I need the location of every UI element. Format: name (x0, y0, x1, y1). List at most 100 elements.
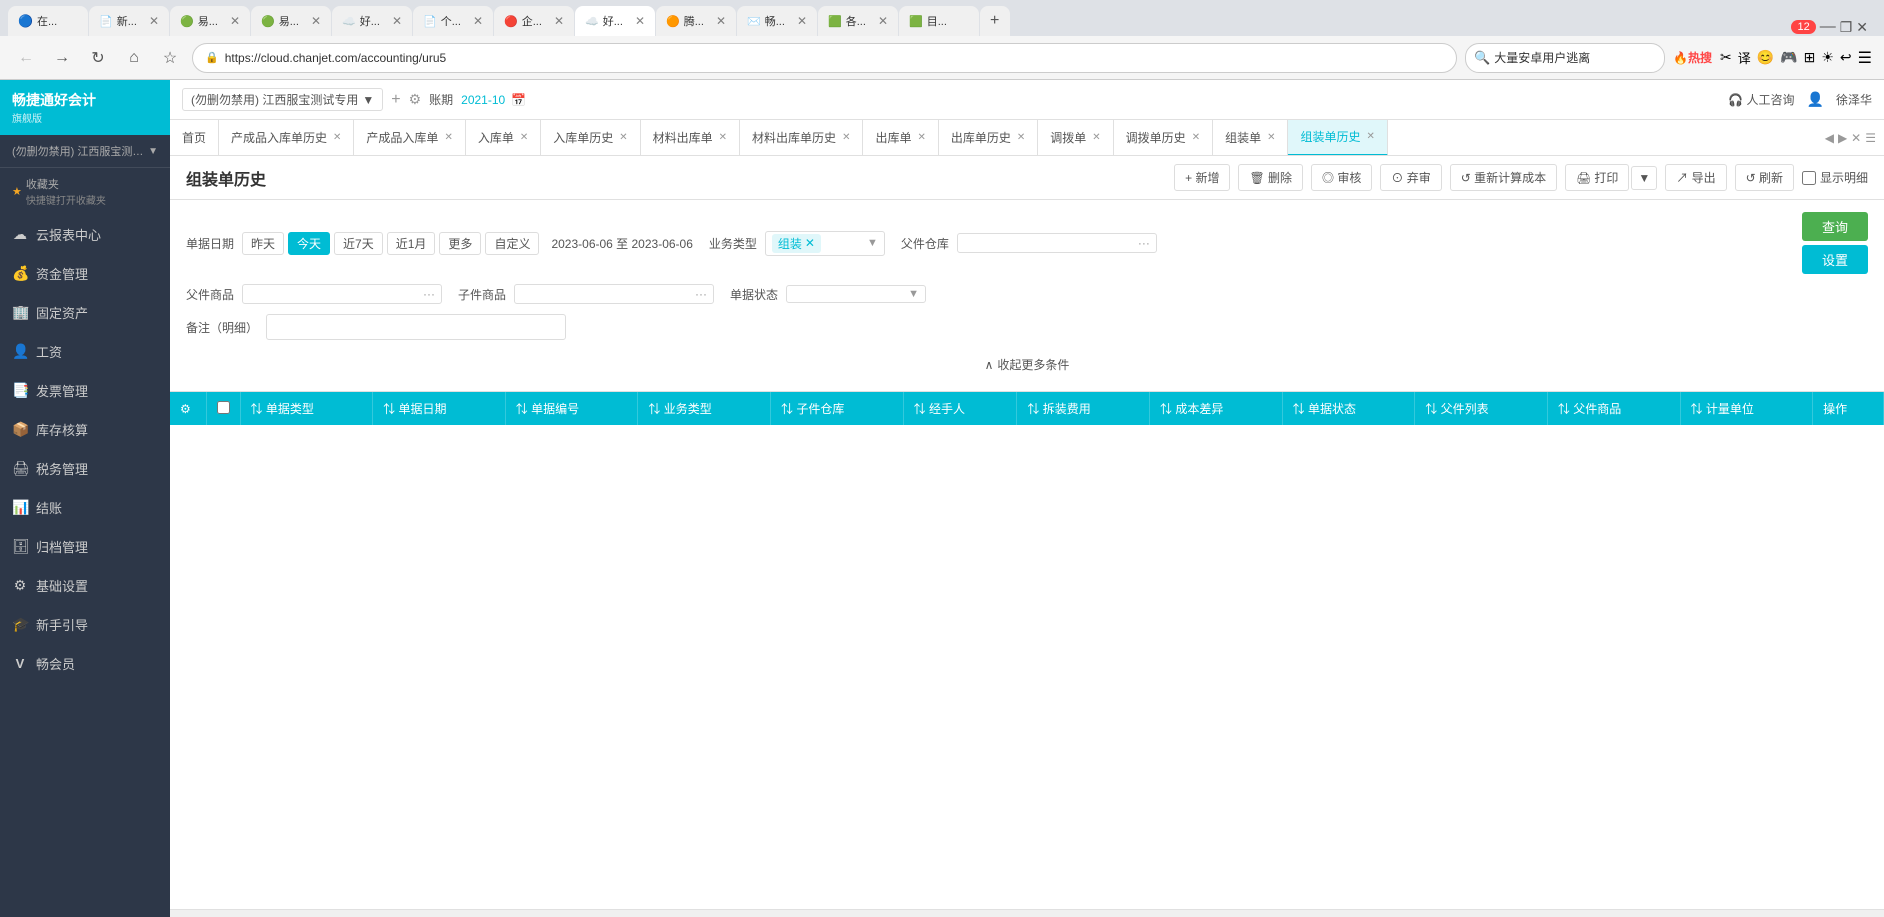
menu-item-inventory[interactable]: 📦 库存核算 (0, 410, 170, 449)
menu-item-payroll[interactable]: 👤 工资 (0, 332, 170, 371)
last7-btn[interactable]: 近7天 (334, 232, 383, 255)
browser-tab-10[interactable]: ✉️ 畅... ✕ (737, 6, 817, 36)
tab-close-4[interactable]: ✕ (619, 132, 627, 143)
th-child-warehouse[interactable]: ⇅ 子件仓库 (771, 392, 904, 425)
delete-btn[interactable]: 🗑 删除 (1238, 164, 1303, 191)
order-status-arrow[interactable]: ▼ (908, 288, 919, 300)
refresh-btn[interactable]: ↺ 刷新 (1735, 164, 1794, 191)
biz-type-tag-close[interactable]: ✕ (805, 236, 815, 250)
th-parent-goods[interactable]: ⇅ 父件商品 (1547, 392, 1680, 425)
game-icon[interactable]: 🎮 (1780, 49, 1797, 66)
tab-transfer-history[interactable]: 调拨单历史 ✕ (1114, 120, 1213, 156)
tab-outbound[interactable]: 出库单 ✕ (863, 120, 938, 156)
print-dropdown-btn[interactable]: ▼ (1631, 166, 1657, 190)
biz-type-dropdown-arrow[interactable]: ▼ (867, 237, 878, 249)
more-date-btn[interactable]: 更多 (439, 232, 481, 255)
tab-close-12[interactable]: ✕ (1367, 131, 1375, 142)
browser-tab-8[interactable]: ☁️ 好... ✕ (575, 6, 655, 36)
custom-date-btn[interactable]: 自定义 (485, 232, 539, 255)
close-window-btn[interactable]: ✕ (1856, 19, 1868, 36)
browser-tab-9[interactable]: 🟠 腾... ✕ (656, 6, 736, 36)
browser-tab-5[interactable]: ☁️ 好... ✕ (332, 6, 412, 36)
browser-tab-1[interactable]: 🔵 在... (8, 6, 88, 36)
th-biz-type[interactable]: ⇅ 业务类型 (638, 392, 771, 425)
tab-menu-btn[interactable]: ☰ (1865, 131, 1876, 145)
th-order-status[interactable]: ⇅ 单据状态 (1282, 392, 1415, 425)
tab-close-7[interactable]: ✕ (917, 132, 925, 143)
gear-icon-topbar[interactable]: ⚙ (409, 91, 422, 108)
horizontal-scrollbar[interactable] (170, 909, 1884, 917)
plus-icon[interactable]: + (391, 91, 400, 109)
minimize-btn[interactable]: — (1820, 18, 1836, 36)
tab-home[interactable]: 首页 (170, 120, 219, 156)
browser-tab-11[interactable]: 🟩 各... ✕ (818, 6, 898, 36)
tab-assembly-history[interactable]: 组装单历史 ✕ (1288, 120, 1387, 156)
tab-close-1[interactable]: ✕ (333, 132, 341, 143)
tab-close-8[interactable]: ✕ (1017, 132, 1025, 143)
reload-btn[interactable]: ↻ (84, 44, 112, 72)
tab-close-6[interactable]: ✕ (842, 132, 850, 143)
bookmark-btn[interactable]: ☆ (156, 44, 184, 72)
parent-goods-more[interactable]: ··· (423, 287, 435, 301)
show-detail-toggle[interactable]: 显示明细 (1802, 169, 1868, 186)
tab-inbound[interactable]: 入库单 ✕ (466, 120, 541, 156)
parent-goods-input[interactable] (249, 287, 419, 301)
note-input[interactable] (266, 314, 566, 340)
browser-tab-3[interactable]: 🟢 易... ✕ (170, 6, 250, 36)
menu-item-vip[interactable]: V 畅会员 (0, 644, 170, 683)
tab-close-9[interactable]: ✕ (1092, 132, 1100, 143)
undo-icon[interactable]: ↩ (1840, 49, 1852, 66)
tab-material-out[interactable]: 材料出库单 ✕ (641, 120, 740, 156)
menu-item-settings[interactable]: ⚙ 基础设置 (0, 566, 170, 605)
th-settings[interactable]: ⚙ (170, 392, 206, 425)
url-bar[interactable]: 🔒 https://cloud.chanjet.com/accounting/u… (192, 43, 1457, 73)
menu-item-guide[interactable]: 🎓 新手引导 (0, 605, 170, 644)
show-detail-checkbox[interactable] (1802, 171, 1816, 185)
tab-close-2[interactable]: ✕ (444, 132, 452, 143)
th-handler[interactable]: ⇅ 经手人 (903, 392, 1017, 425)
browser-tab-7[interactable]: 🔴 企... ✕ (494, 6, 574, 36)
th-date[interactable]: ⇅ 单据日期 (373, 392, 506, 425)
new-tab-btn[interactable]: + (980, 6, 1010, 36)
parent-warehouse-input[interactable] (964, 236, 1134, 250)
parent-warehouse-more[interactable]: ··· (1138, 236, 1150, 250)
select-all-checkbox[interactable] (217, 401, 230, 414)
menu-item-archive[interactable]: 🗄 归档管理 (0, 527, 170, 566)
th-cost-diff[interactable]: ⇅ 成本差异 (1150, 392, 1283, 425)
menu-item-cloud-report[interactable]: ☁ 云报表中心 (0, 215, 170, 254)
tab-close-11[interactable]: ✕ (1267, 132, 1275, 143)
maximize-btn[interactable]: ❐ (1840, 19, 1853, 36)
th-parent-list[interactable]: ⇅ 父件列表 (1415, 392, 1548, 425)
menu-item-fixed-assets[interactable]: 🏢 固定资产 (0, 293, 170, 332)
company-selector[interactable]: (勿删勿禁用) 江西服宝测试专用 ▼ (182, 88, 383, 111)
today-btn[interactable]: 今天 (288, 232, 330, 255)
query-btn[interactable]: 查询 (1802, 212, 1868, 241)
th-disassembly-fee[interactable]: ⇅ 拆装费用 (1017, 392, 1150, 425)
abandon-btn[interactable]: ⊙ 弃审 (1380, 164, 1441, 191)
tab-inbound-history[interactable]: 入库单历史 ✕ (541, 120, 640, 156)
back-btn[interactable]: ← (12, 44, 40, 72)
browser-tab-12[interactable]: 🟩 目... (899, 6, 979, 36)
period-selector[interactable]: 账期 2021-10 📅 (429, 91, 526, 108)
tab-close-3[interactable]: ✕ (520, 132, 528, 143)
browser-tab-4[interactable]: 🟢 易... ✕ (251, 6, 331, 36)
menu-item-tax[interactable]: 🖨 税务管理 (0, 449, 170, 488)
brightness-icon[interactable]: ☀ (1821, 49, 1834, 66)
tab-transfer[interactable]: 调拨单 ✕ (1038, 120, 1113, 156)
prev-tab-btn[interactable]: ◀ (1825, 131, 1834, 145)
tab-outbound-history[interactable]: 出库单历史 ✕ (939, 120, 1038, 156)
recalc-btn[interactable]: ↺ 重新计算成本 (1450, 164, 1557, 191)
print-btn[interactable]: 🖨 🖨 打印 打印 (1565, 164, 1629, 191)
tab-product-in-history[interactable]: 产成品入库单历史 ✕ (219, 120, 354, 156)
emoji-icon[interactable]: 😊 (1757, 49, 1774, 66)
th-checkbox[interactable] (206, 392, 240, 425)
th-type[interactable]: ⇅ 单据类型 (240, 392, 373, 425)
menu-icon[interactable]: ☰ (1858, 48, 1872, 68)
new-btn[interactable]: + 新增 (1174, 164, 1230, 191)
tab-close-10[interactable]: ✕ (1192, 132, 1200, 143)
favorites-section[interactable]: ★ 收藏夹 快捷键打开收藏夹 (0, 168, 170, 215)
grid-icon[interactable]: ⊞ (1804, 49, 1816, 66)
forward-btn[interactable]: → (48, 44, 76, 72)
translate-icon[interactable]: 译 (1738, 48, 1751, 67)
company-dropdown-icon[interactable]: ▼ (148, 146, 158, 157)
